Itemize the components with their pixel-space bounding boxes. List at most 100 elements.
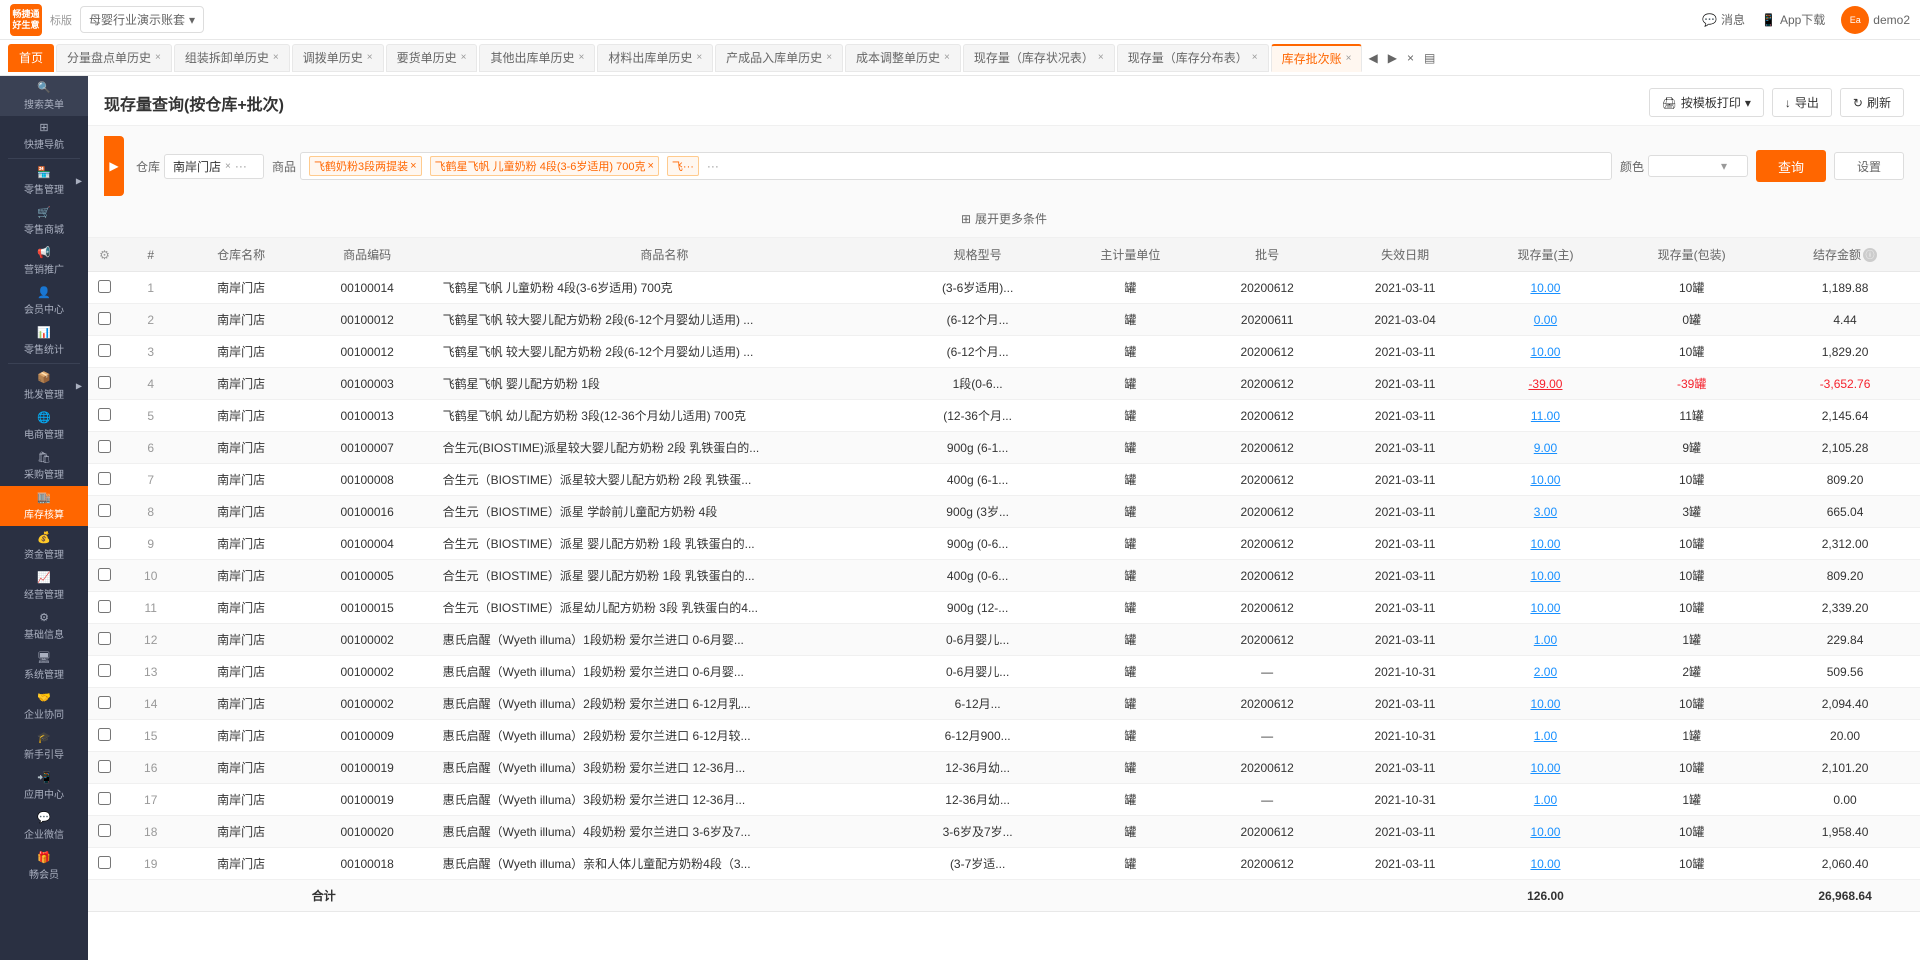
sidebar-item-marketing[interactable]: 📢 营销推广 [0,241,88,281]
stock-main-link[interactable]: 2.00 [1534,665,1557,679]
stock-main-link[interactable]: 10.00 [1530,281,1560,295]
sidebar-item-wholesale[interactable]: 📦 批发管理 ▶ [0,366,88,406]
stock-main-link[interactable]: -39.00 [1528,377,1562,391]
color-filter-input[interactable]: ▾ [1648,155,1748,177]
tab-menu-btn[interactable]: ▤ [1420,51,1439,65]
tab-stock-dist-close[interactable]: × [1252,52,1258,63]
stock-main-link[interactable]: 10.00 [1530,857,1560,871]
tab-product-in[interactable]: 产成品入库单历史 × [715,44,843,72]
row-checkbox[interactable] [98,632,111,645]
tab-split[interactable]: 分量盘点单历史 × [56,44,172,72]
tab-cost-adj-close[interactable]: × [944,52,950,63]
row-checkbox[interactable] [98,728,111,741]
tab-require[interactable]: 要货单历史 × [386,44,478,72]
balance-info-icon[interactable]: ⓘ [1863,248,1877,262]
tab-disassemble[interactable]: 组装拆卸单历史 × [174,44,290,72]
sidebar-item-stock[interactable]: 🏬 库存核算 [0,486,88,526]
tab-batch-query-close[interactable]: × [1346,53,1352,64]
tab-close-all-btn[interactable]: × [1403,51,1418,65]
sidebar-item-enterprise[interactable]: 🤝 企业协同 [0,686,88,726]
sidebar-item-app-center[interactable]: 📲 应用中心 [0,766,88,806]
row-checkbox[interactable] [98,408,111,421]
sidebar-item-enterprise-wechat[interactable]: 💬 企业微信 [0,806,88,846]
query-btn[interactable]: 查询 [1756,150,1826,182]
tab-home[interactable]: 首页 [8,44,54,72]
print-btn[interactable]: 🖨 按模板打印 ▾ [1649,88,1764,117]
refresh-btn[interactable]: ↻ 刷新 [1840,88,1904,117]
user-profile[interactable]: Ea demo2 [1841,6,1910,34]
account-selector[interactable]: 母婴行业演示账套 ▾ [80,6,204,33]
tab-cost-adj[interactable]: 成本调整单历史 × [845,44,961,72]
stock-main-link[interactable]: 10.00 [1530,473,1560,487]
row-checkbox[interactable] [98,344,111,357]
row-checkbox[interactable] [98,376,111,389]
row-checkbox[interactable] [98,696,111,709]
stock-main-link[interactable]: 10.00 [1530,761,1560,775]
filter-toggle-btn[interactable]: ▶ [104,136,124,196]
product-filter-input[interactable]: 飞鹤奶粉3段两提装 × 飞鹤星飞帆 儿童奶粉 4段(3-6岁适用) 700克 ×… [300,152,1612,180]
row-checkbox[interactable] [98,792,111,805]
sidebar-item-retail-shop[interactable]: 🛒 零售商城 [0,201,88,241]
stock-main-link[interactable]: 1.00 [1534,633,1557,647]
tab-stock-dist[interactable]: 现存量（库存分布表） × [1117,44,1269,72]
stock-main-link[interactable]: 1.00 [1534,729,1557,743]
stock-main-link[interactable]: 10.00 [1530,345,1560,359]
tab-stock-status-close[interactable]: × [1098,52,1104,63]
row-checkbox[interactable] [98,824,111,837]
more-conditions-btn[interactable]: ⊞ 展开更多条件 [961,210,1047,227]
tab-require-close[interactable]: × [461,52,467,63]
tab-material-out[interactable]: 材料出库单历史 × [597,44,713,72]
sidebar-item-quick-nav[interactable]: ⊞ 快捷导航 [0,116,88,156]
tab-prev-btn[interactable]: ◀ [1364,51,1381,65]
stock-main-link[interactable]: 0.00 [1534,313,1557,327]
tab-next-btn[interactable]: ▶ [1384,51,1401,65]
stock-main-link[interactable]: 1.00 [1534,793,1557,807]
export-btn[interactable]: ↓ 导出 [1772,88,1832,117]
sidebar-item-operation[interactable]: 📈 经营管理 [0,566,88,606]
row-checkbox[interactable] [98,472,111,485]
row-checkbox[interactable] [98,312,111,325]
sidebar-item-guide[interactable]: 🎓 新手引导 [0,726,88,766]
tab-mix-close[interactable]: × [367,52,373,63]
sidebar-item-system[interactable]: 🖥 系统管理 [0,646,88,686]
tab-other-out[interactable]: 其他出库单历史 × [479,44,595,72]
row-checkbox[interactable] [98,280,111,293]
tab-product-in-close[interactable]: × [826,52,832,63]
sidebar-item-search[interactable]: 🔍 搜索英单 [0,76,88,116]
warehouse-tag-close[interactable]: × [225,161,231,172]
stock-main-link[interactable]: 10.00 [1530,697,1560,711]
warehouse-filter-input[interactable]: 南岸门店 × ··· [164,154,264,179]
stock-main-link[interactable]: 11.00 [1531,409,1560,423]
tab-mix[interactable]: 调拨单历史 × [292,44,384,72]
tab-disassemble-close[interactable]: × [273,52,279,63]
stock-main-link[interactable]: 9.00 [1534,441,1557,455]
tab-batch-query[interactable]: 库存批次账 × [1271,44,1363,72]
row-checkbox[interactable] [98,600,111,613]
setting-btn[interactable]: 设置 [1834,152,1904,180]
sidebar-item-purchase[interactable]: 🛍 采购管理 [0,446,88,486]
row-checkbox[interactable] [98,568,111,581]
row-checkbox[interactable] [98,856,111,869]
app-download-btn[interactable]: 📱 App下载 [1761,11,1825,28]
product-tag-1-close[interactable]: × [410,160,416,172]
row-checkbox[interactable] [98,440,111,453]
row-checkbox[interactable] [98,504,111,517]
sidebar-item-retail-stats[interactable]: 📊 零售统计 [0,321,88,361]
row-checkbox[interactable] [98,536,111,549]
tab-other-out-close[interactable]: × [578,52,584,63]
color-input[interactable] [1657,159,1717,173]
sidebar-item-finance[interactable]: 💰 资金管理 [0,526,88,566]
tab-split-close[interactable]: × [155,52,161,63]
stock-main-link[interactable]: 10.00 [1530,601,1560,615]
sidebar-item-retail[interactable]: 🏪 零售管理 ▶ [0,161,88,201]
row-checkbox[interactable] [98,664,111,677]
messages-btn[interactable]: 💬 消息 [1702,11,1745,28]
stock-main-link[interactable]: 10.00 [1530,569,1560,583]
stock-main-link[interactable]: 3.00 [1534,505,1557,519]
stock-main-link[interactable]: 10.00 [1530,537,1560,551]
tab-material-out-close[interactable]: × [696,52,702,63]
stock-main-link[interactable]: 10.00 [1530,825,1560,839]
column-settings-icon[interactable]: ⚙ [99,248,110,262]
sidebar-item-benefit[interactable]: 🎁 畅会员 [0,846,88,886]
sidebar-item-ecommerce[interactable]: 🌐 电商管理 [0,406,88,446]
